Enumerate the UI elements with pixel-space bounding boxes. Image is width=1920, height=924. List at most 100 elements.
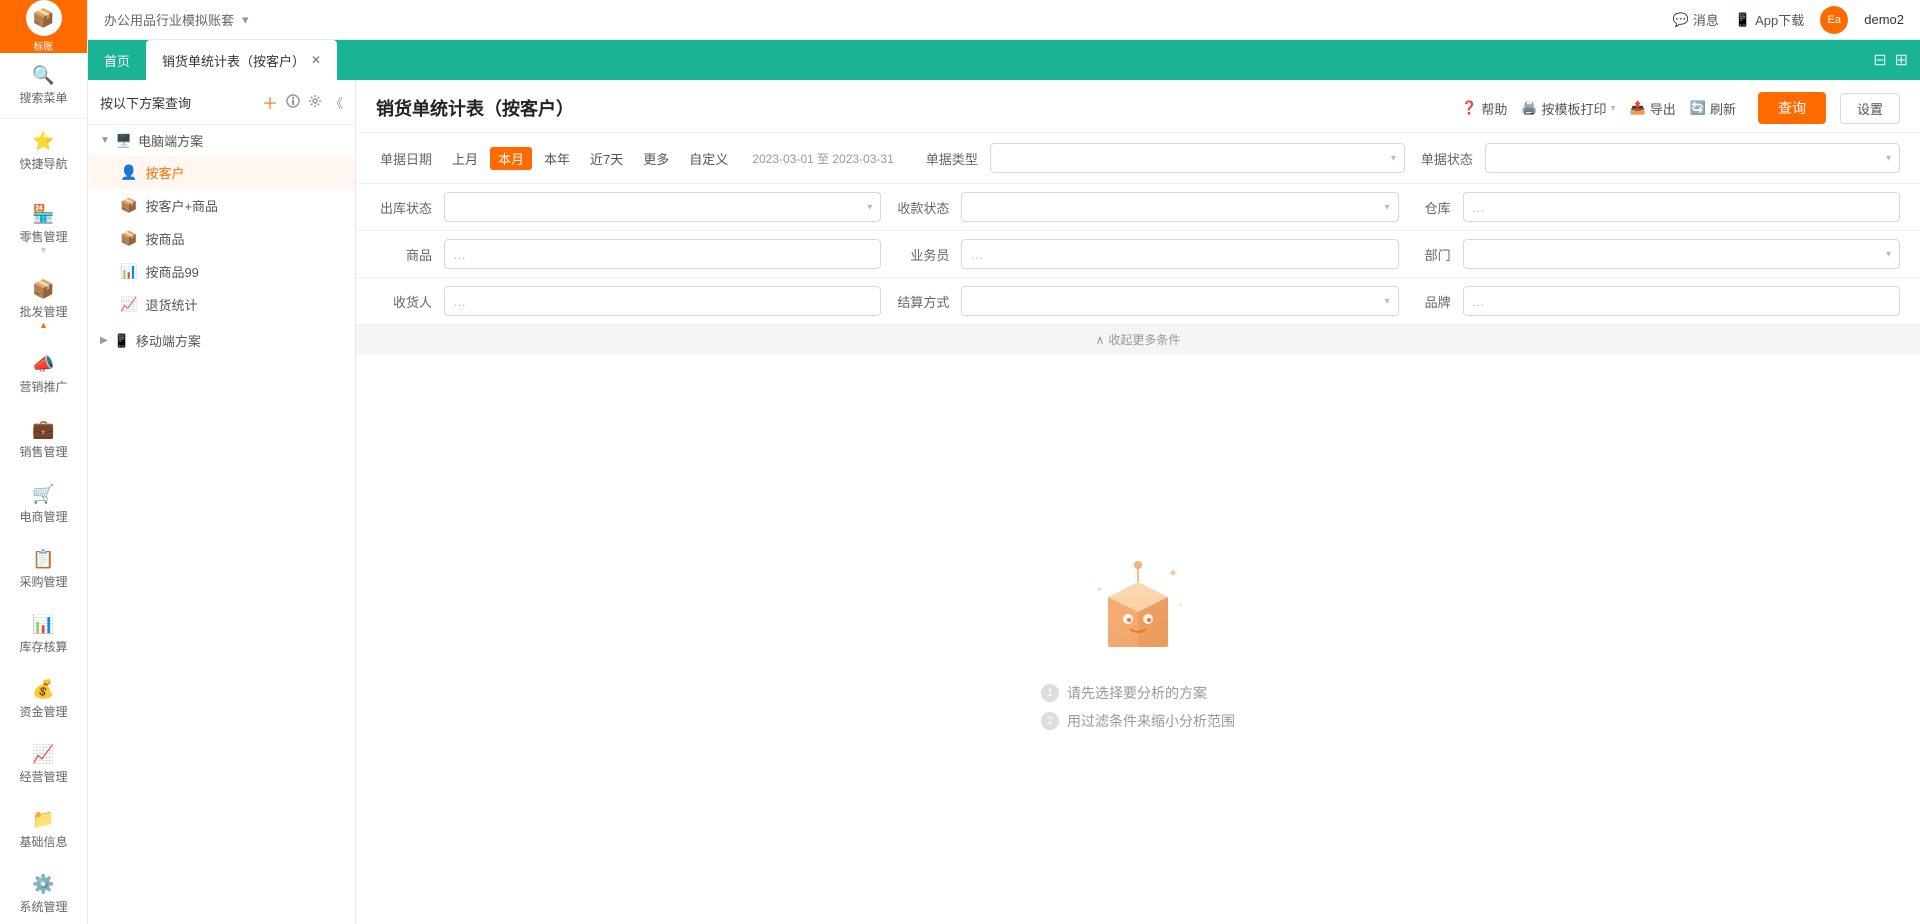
goods-input[interactable]: … bbox=[444, 239, 881, 269]
header-right: 💬 消息 📱 App下载 Ea demo2 bbox=[1673, 6, 1904, 34]
scheme-item-goods-99[interactable]: 📊 按商品99 bbox=[88, 255, 355, 288]
sidebar-item-finance[interactable]: 💰 资金管理 bbox=[0, 667, 87, 732]
print-button[interactable]: 🖨️ 按模板打印 ▾ bbox=[1521, 99, 1615, 118]
status-dropdown[interactable]: ▾ bbox=[1485, 143, 1900, 173]
date-btn-more[interactable]: 更多 bbox=[635, 147, 677, 170]
shipment-dropdown[interactable]: ▾ bbox=[444, 192, 881, 222]
empty-state: ✦ ✦ ✦ 1 请先选择要分析的方案 2 用过滤条件来缩小分析范围 bbox=[356, 354, 1920, 924]
collapse-bar[interactable]: ∧ 收起更多条件 bbox=[356, 325, 1920, 354]
top-header: 办公用品行业模拟账套 ▾ 💬 消息 📱 App下载 Ea demo2 bbox=[88, 0, 1920, 40]
brand-label: 品牌 bbox=[1411, 292, 1451, 311]
operation-icon: 📈 bbox=[32, 744, 54, 765]
settings-button[interactable]: 设置 bbox=[1840, 93, 1900, 124]
message-button[interactable]: 💬 消息 bbox=[1673, 10, 1719, 29]
username[interactable]: demo2 bbox=[1864, 12, 1904, 27]
scheme-item-by-customer[interactable]: 👤 按客户 bbox=[88, 156, 355, 189]
print-arrow: ▾ bbox=[1611, 103, 1616, 114]
sidebar-inventory-label: 库存核算 bbox=[19, 638, 67, 655]
mobile-icon: 📱 bbox=[114, 333, 130, 349]
tab-close-icon[interactable]: ✕ bbox=[311, 53, 321, 67]
salesperson-input[interactable]: … bbox=[961, 239, 1398, 269]
filter-row-4: 收货人 … 结算方式 ▾ 品牌 … bbox=[356, 278, 1920, 325]
add-scheme-button[interactable]: ＋ bbox=[262, 90, 278, 114]
sidebar-marketing-label: 营销推广 bbox=[19, 378, 67, 395]
scheme-panel: 按以下方案查询 ＋ bbox=[88, 80, 356, 924]
type-dropdown[interactable]: ▾ bbox=[990, 143, 1405, 173]
app-download-button[interactable]: 📱 App下载 bbox=[1735, 10, 1804, 29]
settings-scheme-button[interactable] bbox=[308, 94, 322, 111]
scheme-item-return-stats[interactable]: 📈 退货统计 bbox=[88, 288, 355, 321]
sidebar-item-wholesale[interactable]: 📦 批发管理 ▲ bbox=[0, 267, 87, 342]
scheme-category-mobile[interactable]: ▶ 📱 移动端方案 bbox=[88, 325, 355, 356]
scheme-item-label-goods: 按商品 bbox=[145, 229, 184, 248]
maximize-button[interactable]: ⊞ bbox=[1895, 50, 1908, 70]
date-btn-custom[interactable]: 自定义 bbox=[681, 147, 736, 170]
refresh-button[interactable]: 🔄 刷新 bbox=[1690, 99, 1736, 118]
sidebar-item-inventory[interactable]: 📊 库存核算 bbox=[0, 602, 87, 667]
department-caret: ▾ bbox=[1886, 249, 1891, 260]
help-button[interactable]: ❓ 帮助 bbox=[1461, 99, 1507, 118]
date-btn-last-month[interactable]: 上月 bbox=[444, 147, 486, 170]
print-icon: 🖨️ bbox=[1521, 100, 1537, 116]
salesperson-placeholder: … bbox=[970, 247, 1389, 262]
sidebar-sales-label: 销售管理 bbox=[19, 443, 67, 460]
receiver-input[interactable]: … bbox=[444, 286, 881, 316]
help-label: 帮助 bbox=[1481, 99, 1507, 118]
collapse-scheme-button[interactable]: 《 bbox=[330, 93, 343, 112]
settlement-label: 结算方式 bbox=[893, 292, 949, 311]
selector-arrow[interactable]: ▾ bbox=[242, 12, 249, 28]
sidebar-search-label: 搜索菜单 bbox=[19, 89, 67, 106]
sidebar-item-retail[interactable]: 🏪 零售管理 ▼ bbox=[0, 192, 87, 267]
sidebar-item-purchase[interactable]: 📋 采购管理 bbox=[0, 537, 87, 602]
date-btn-7days[interactable]: 近7天 bbox=[582, 147, 631, 170]
date-btn-year[interactable]: 本年 bbox=[536, 147, 578, 170]
sidebar-nav-label: 快捷导航 bbox=[19, 155, 67, 172]
edit-scheme-button[interactable] bbox=[286, 94, 300, 111]
tab-sales-label: 销货单统计表（按客户） bbox=[162, 51, 305, 70]
avatar-initials: Ea bbox=[1828, 14, 1841, 26]
tab-bar-actions: ⊟ ⊞ bbox=[1873, 50, 1920, 70]
minimize-button[interactable]: ⊟ bbox=[1873, 50, 1886, 70]
scheme-category-desktop[interactable]: ▼ 🖥️ 电脑端方案 bbox=[88, 125, 355, 156]
page-title: 销货单统计表（按客户） bbox=[376, 95, 574, 121]
sales-icon: 💼 bbox=[32, 419, 54, 440]
department-dropdown[interactable]: ▾ bbox=[1463, 239, 1900, 269]
sidebar-finance-label: 资金管理 bbox=[19, 703, 67, 720]
brand-placeholder: … bbox=[1472, 294, 1891, 309]
content-area: 按以下方案查询 ＋ bbox=[88, 80, 1920, 924]
hint-text-1: 请先选择要分析的方案 bbox=[1067, 683, 1207, 703]
brand-input[interactable]: … bbox=[1463, 286, 1900, 316]
page-header: 销货单统计表（按客户） ❓ 帮助 🖨️ 按模板打印 ▾ 📤 导出 bbox=[356, 80, 1920, 133]
export-button[interactable]: 📤 导出 bbox=[1630, 99, 1676, 118]
hint-item-1: 1 请先选择要分析的方案 bbox=[1041, 683, 1235, 703]
sidebar-item-shortcuts[interactable]: ⭐ 快捷导航 bbox=[0, 119, 87, 184]
sidebar-item-sales[interactable]: 💼 销售管理 bbox=[0, 407, 87, 472]
settlement-dropdown[interactable]: ▾ bbox=[961, 286, 1398, 316]
sidebar-item-marketing[interactable]: 📣 营销推广 bbox=[0, 342, 87, 407]
by-customer-icon: 👤 bbox=[120, 164, 137, 181]
sidebar-item-basic[interactable]: 📁 基础信息 bbox=[0, 797, 87, 862]
scheme-panel-actions: ＋ 《 bbox=[262, 90, 343, 114]
tab-home[interactable]: 首页 bbox=[88, 40, 146, 80]
sidebar-item-system[interactable]: ⚙️ 系统管理 bbox=[0, 862, 87, 924]
header-left: 办公用品行业模拟账套 ▾ bbox=[104, 10, 249, 29]
sidebar-item-search[interactable]: 🔍 搜索菜单 bbox=[0, 53, 87, 119]
date-label: 单据日期 bbox=[376, 149, 432, 168]
scheme-item-customer-goods[interactable]: 📦 按客户+商品 bbox=[88, 189, 355, 222]
sidebar-item-operation[interactable]: 📈 经营管理 bbox=[0, 732, 87, 797]
status-caret: ▾ bbox=[1886, 153, 1891, 164]
svg-text:✦: ✦ bbox=[1168, 566, 1178, 580]
download-icon: 📱 bbox=[1735, 12, 1751, 28]
sidebar-item-ecommerce[interactable]: 🛒 电商管理 bbox=[0, 472, 87, 537]
avatar[interactable]: Ea bbox=[1820, 6, 1848, 34]
tab-sales-stats[interactable]: 销货单统计表（按客户） ✕ bbox=[146, 40, 337, 80]
warehouse-input[interactable]: … bbox=[1463, 192, 1900, 222]
payment-dropdown[interactable]: ▾ bbox=[961, 192, 1398, 222]
search-icon: 🔍 bbox=[32, 65, 54, 86]
collapse-label: 收起更多条件 bbox=[1108, 331, 1180, 348]
date-range: 2023-03-01 至 2023-03-31 bbox=[752, 150, 893, 167]
query-button[interactable]: 查询 bbox=[1758, 92, 1826, 124]
date-btn-current-month[interactable]: 本月 bbox=[490, 147, 532, 170]
scheme-item-by-goods[interactable]: 📦 按商品 bbox=[88, 222, 355, 255]
by-goods-icon: 📦 bbox=[120, 230, 137, 247]
